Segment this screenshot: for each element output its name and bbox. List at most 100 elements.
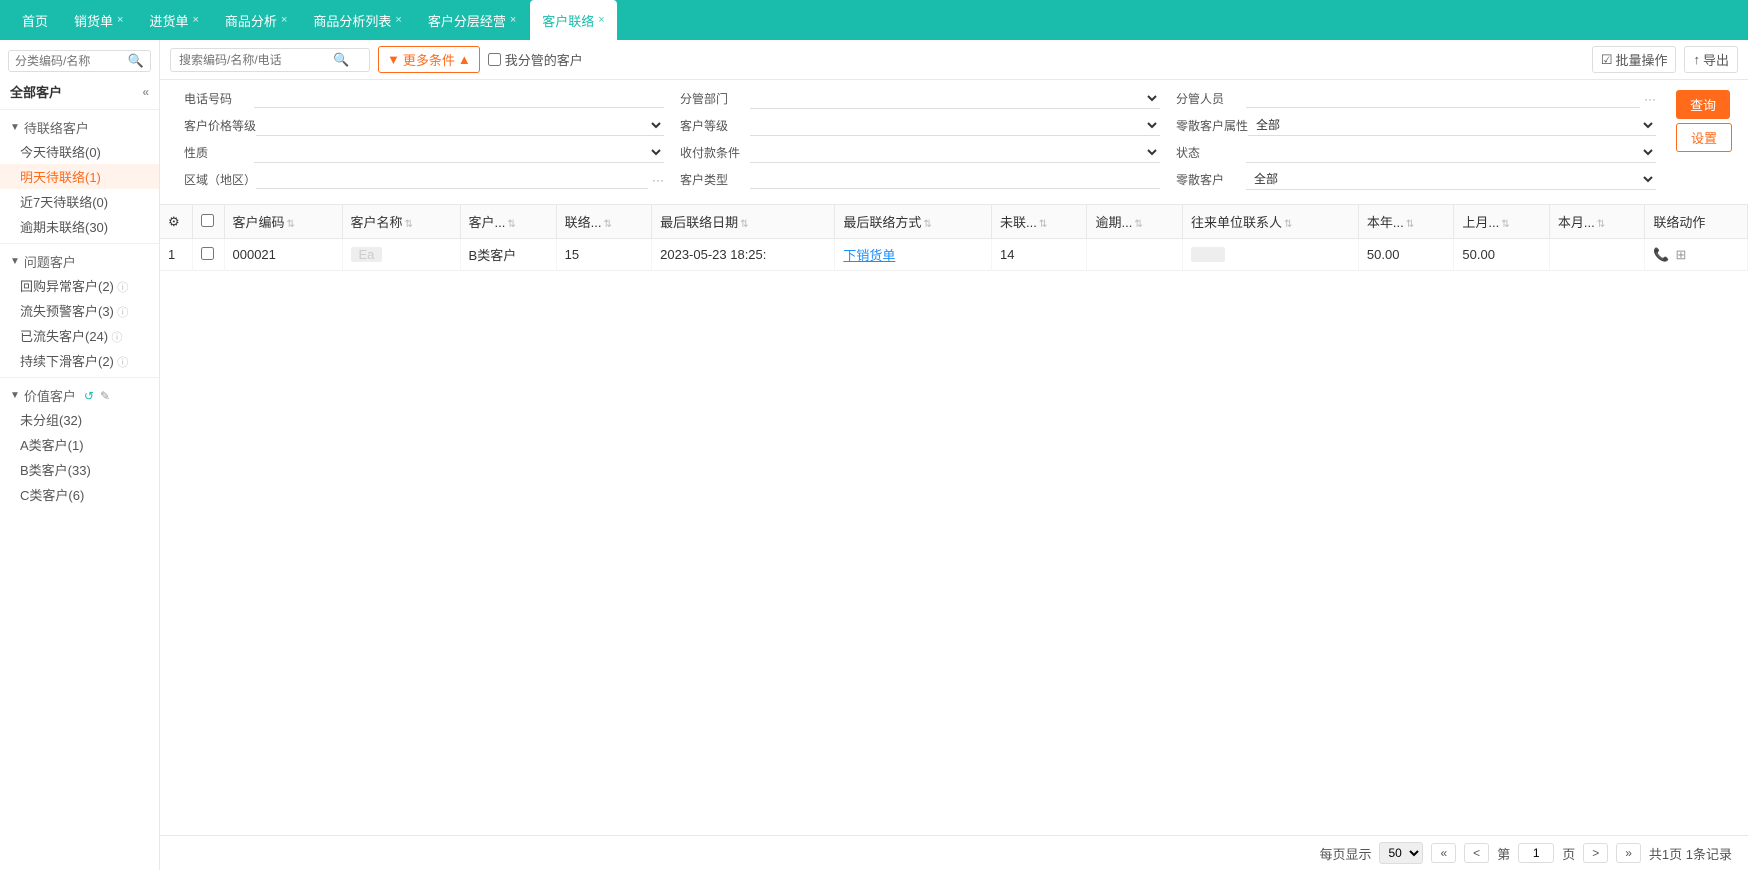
sidebar-item-ungrouped[interactable]: 未分组(32)	[0, 407, 159, 432]
last-page-button[interactable]: »	[1616, 843, 1641, 863]
col-this-month[interactable]: 本月...⇅	[1549, 205, 1644, 239]
filter-dots-person[interactable]: ···	[1644, 92, 1656, 106]
col-checkbox[interactable]	[192, 205, 224, 239]
cell-name: Ea	[342, 239, 460, 271]
action-grid-icon[interactable]: ⊞	[1676, 247, 1687, 263]
settings-button[interactable]: 设置	[1676, 123, 1732, 152]
filter-select-retail-attr[interactable]: 全部	[1248, 115, 1656, 136]
next-page-button[interactable]: >	[1583, 843, 1608, 863]
col-customer-type[interactable]: 客户...⇅	[460, 205, 556, 239]
nav-purchase-order[interactable]: 进货单 ×	[137, 0, 210, 40]
row-checkbox-0[interactable]	[201, 247, 214, 260]
filter-dots-region[interactable]: ···	[652, 173, 664, 187]
nav-close-product-analysis-list[interactable]: ×	[395, 14, 401, 26]
sidebar-item-class-a[interactable]: A类客户(1)	[0, 432, 159, 457]
sidebar-item-churn-warning[interactable]: 流失预警客户(3) ⓘ	[0, 298, 159, 323]
sidebar-search-icon[interactable]: 🔍	[128, 53, 144, 69]
nav-close-purchase-order[interactable]: ×	[192, 14, 198, 26]
col-settings[interactable]: ⚙	[160, 205, 192, 239]
sidebar-collapse-btn[interactable]: «	[142, 85, 149, 99]
search-box[interactable]: 🔍	[170, 48, 370, 72]
filter-select-payment[interactable]	[750, 142, 1160, 163]
sidebar-item-class-b[interactable]: B类客户(33)	[0, 457, 159, 482]
group-label-problem[interactable]: ▼ 问题客户	[0, 248, 159, 273]
filter-row-1: 电话号码 分管部门 分管人员 ···	[176, 88, 1664, 109]
col-customer-code[interactable]: 客户编码⇅	[224, 205, 342, 239]
col-last-contact-method[interactable]: 最后联络方式⇅	[835, 205, 992, 239]
col-last-contact-date[interactable]: 最后联络日期⇅	[652, 205, 835, 239]
cell-action[interactable]: 📞 ⊞	[1645, 239, 1748, 271]
filter-label-retail-customer: 零散客户	[1176, 171, 1246, 188]
cell-last-month: 50.00	[1454, 239, 1549, 271]
query-button[interactable]: 查询	[1676, 90, 1730, 119]
col-contact-count[interactable]: 联络...⇅	[556, 205, 651, 239]
nav-close-customer-contact[interactable]: ×	[598, 14, 604, 26]
nav-product-analysis[interactable]: 商品分析 ×	[213, 0, 299, 40]
nav-close-sales-order[interactable]: ×	[117, 14, 123, 26]
sidebar-item-declining[interactable]: 持续下滑客户(2) ⓘ	[0, 348, 159, 373]
settings-icon[interactable]: ⚙	[168, 214, 180, 229]
filter-select-retail-customer[interactable]: 全部	[1246, 169, 1656, 190]
filter-input-customer-type[interactable]	[750, 170, 1160, 189]
value-group-refresh[interactable]: ↺	[84, 389, 94, 403]
col-last-month[interactable]: 上月...⇅	[1454, 205, 1549, 239]
filter-label-price-grade: 客户价格等级	[184, 117, 256, 134]
filter-select-nature[interactable]	[254, 142, 664, 163]
col-no-contact[interactable]: 未联...⇅	[992, 205, 1087, 239]
group-label-pending[interactable]: ▼ 待联络客户	[0, 114, 159, 139]
prev-page-button[interactable]: <	[1464, 843, 1489, 863]
filter-select-dept[interactable]	[750, 88, 1160, 109]
per-page-select[interactable]: 50	[1379, 842, 1423, 864]
batch-operation-button[interactable]: ☑ 批量操作	[1592, 46, 1677, 73]
group-arrow-pending: ▼	[10, 122, 20, 133]
action-phone-icon[interactable]: 📞	[1653, 247, 1669, 263]
first-page-button[interactable]: «	[1431, 843, 1456, 863]
nav-sales-order[interactable]: 销货单 ×	[62, 0, 135, 40]
contact-method-link[interactable]: 下销货单	[843, 248, 895, 263]
my-customers-checkbox[interactable]	[488, 53, 501, 66]
search-input[interactable]	[179, 53, 329, 67]
cell-last-method[interactable]: 下销货单	[835, 239, 992, 271]
filter-select-status[interactable]	[1246, 142, 1656, 163]
filter-select-customer-grade[interactable]	[750, 115, 1160, 136]
value-group-edit[interactable]: ✎	[100, 389, 110, 403]
more-filter-button[interactable]: ▼ 更多条件 ▲	[378, 46, 480, 73]
filter-input-phone[interactable]	[254, 89, 664, 108]
nav-customer-contact[interactable]: 客户联络 ×	[530, 0, 616, 40]
sidebar-search-input[interactable]	[15, 54, 128, 68]
filter-input-person[interactable]	[1246, 89, 1640, 108]
nav-product-analysis-list[interactable]: 商品分析列表 ×	[301, 0, 413, 40]
page-number-input[interactable]	[1518, 843, 1554, 863]
search-icon[interactable]: 🔍	[333, 52, 349, 68]
col-overdue[interactable]: 逾期...⇅	[1087, 205, 1182, 239]
all-customers-label[interactable]: 全部客户 «	[0, 78, 159, 105]
sidebar-item-today-contact[interactable]: 今天待联络(0)	[0, 139, 159, 164]
col-this-year[interactable]: 本年...⇅	[1358, 205, 1453, 239]
sidebar-item-7days-contact[interactable]: 近7天待联络(0)	[0, 189, 159, 214]
filter-input-region[interactable]	[256, 170, 648, 189]
filter-select-price-grade[interactable]	[256, 115, 664, 136]
sidebar-item-repurchase-abnormal[interactable]: 回购异常客户(2) ⓘ	[0, 273, 159, 298]
sidebar-item-overdue-contact[interactable]: 逾期未联络(30)	[0, 214, 159, 239]
nav-close-customer-layered[interactable]: ×	[510, 14, 516, 26]
table-container: ⚙ 客户编码⇅ 客户名称⇅ 客户...⇅	[160, 205, 1748, 835]
sidebar-divider-2	[0, 243, 159, 244]
nav-close-product-analysis[interactable]: ×	[281, 14, 287, 26]
col-unit-contact[interactable]: 往来单位联系人⇅	[1182, 205, 1358, 239]
my-customers-checkbox-label[interactable]: 我分管的客户	[488, 50, 583, 69]
col-action[interactable]: 联络动作	[1645, 205, 1748, 239]
sidebar-item-class-c[interactable]: C类客户(6)	[0, 482, 159, 507]
export-button[interactable]: ↑ 导出	[1684, 46, 1738, 73]
nav-home[interactable]: 首页	[10, 0, 60, 40]
content-area: 🔍 ▼ 更多条件 ▲ 我分管的客户 ☑ 批量操作 ↑ 导出	[160, 40, 1748, 870]
select-all-checkbox[interactable]	[201, 214, 214, 227]
group-label-value[interactable]: ▼ 价值客户 ↺ ✎	[0, 382, 159, 407]
group-arrow-value: ▼	[10, 390, 20, 401]
sidebar-item-churned[interactable]: 已流失客户(24) ⓘ	[0, 323, 159, 348]
col-customer-name[interactable]: 客户名称⇅	[342, 205, 460, 239]
sidebar-search-box[interactable]: 🔍	[8, 50, 151, 72]
cell-checkbox[interactable]	[192, 239, 224, 271]
nav-customer-layered[interactable]: 客户分层经营 ×	[416, 0, 528, 40]
sidebar-item-tomorrow-contact[interactable]: 明天待联络(1)	[0, 164, 159, 189]
pagination: 每页显示 50 « < 第 页 > » 共1页 1条记录	[160, 835, 1748, 870]
